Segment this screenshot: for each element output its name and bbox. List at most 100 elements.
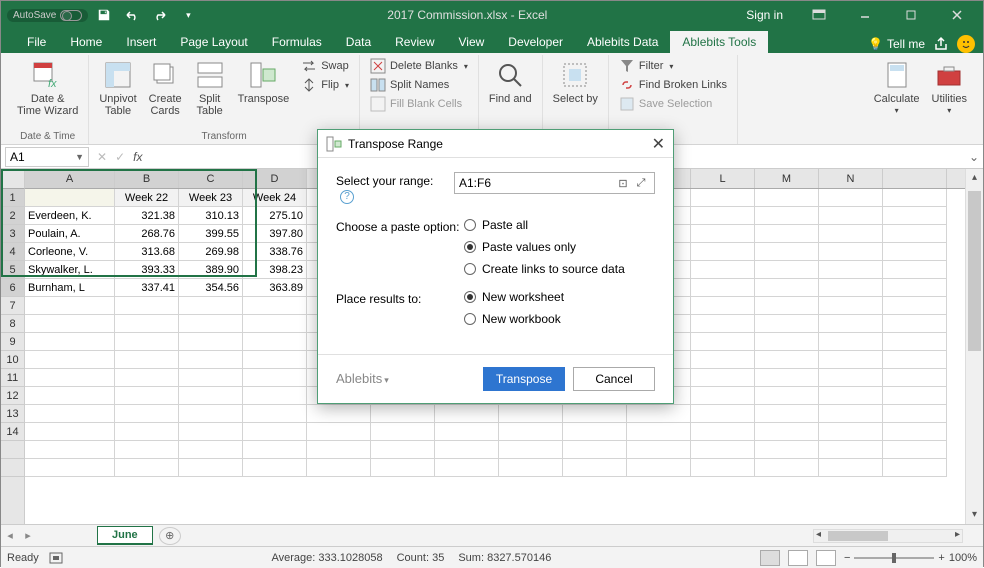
cell[interactable] xyxy=(819,261,883,279)
cell[interactable] xyxy=(115,387,179,405)
cell[interactable] xyxy=(691,423,755,441)
cell[interactable] xyxy=(819,333,883,351)
row-header[interactable]: 11 xyxy=(1,369,24,387)
cell[interactable]: 310.13 xyxy=(179,207,243,225)
tab-formulas[interactable]: Formulas xyxy=(260,31,334,53)
tab-home[interactable]: Home xyxy=(58,31,114,53)
cell[interactable] xyxy=(307,459,371,477)
create-cards-button[interactable]: Create Cards xyxy=(145,57,186,119)
split-table-button[interactable]: Split Table xyxy=(190,57,230,119)
cancel-button[interactable]: Cancel xyxy=(573,367,655,391)
cell[interactable] xyxy=(115,333,179,351)
row-header[interactable]: 13 xyxy=(1,405,24,423)
cell[interactable] xyxy=(115,441,179,459)
cell[interactable] xyxy=(691,297,755,315)
cell[interactable] xyxy=(499,459,563,477)
help-icon[interactable]: ? xyxy=(340,190,354,204)
utilities-button[interactable]: Utilities▾ xyxy=(928,57,971,118)
cell[interactable] xyxy=(819,207,883,225)
tab-view[interactable]: View xyxy=(447,31,497,53)
cell[interactable] xyxy=(691,387,755,405)
cell[interactable] xyxy=(115,297,179,315)
delete-blanks-button[interactable]: Delete Blanks▾ xyxy=(366,57,472,75)
cell[interactable] xyxy=(25,459,115,477)
cell[interactable]: 321.38 xyxy=(115,207,179,225)
row-header[interactable] xyxy=(1,441,24,459)
cell[interactable]: Week 23 xyxy=(179,189,243,207)
cell[interactable] xyxy=(115,405,179,423)
undo-button[interactable] xyxy=(120,3,144,27)
transpose-button[interactable]: Transpose xyxy=(234,57,294,107)
cell[interactable] xyxy=(691,315,755,333)
cell[interactable] xyxy=(243,405,307,423)
fill-blank-button[interactable]: Fill Blank Cells xyxy=(366,95,472,113)
cell[interactable] xyxy=(25,189,115,207)
cell[interactable] xyxy=(819,423,883,441)
save-button[interactable] xyxy=(92,3,116,27)
cell[interactable]: 354.56 xyxy=(179,279,243,297)
cell[interactable] xyxy=(435,423,499,441)
cell[interactable]: 275.10 xyxy=(243,207,307,225)
autosave-toggle[interactable]: AutoSave xyxy=(7,9,88,22)
cell[interactable]: 393.33 xyxy=(115,261,179,279)
feedback-icon[interactable] xyxy=(957,35,975,53)
select-by-button[interactable]: Select by xyxy=(549,57,602,107)
cell[interactable] xyxy=(691,333,755,351)
qat-customize[interactable]: ▾ xyxy=(176,3,200,27)
cell[interactable] xyxy=(115,315,179,333)
cell[interactable]: 399.55 xyxy=(179,225,243,243)
close-button[interactable] xyxy=(935,1,979,29)
tab-review[interactable]: Review xyxy=(383,31,446,53)
cell[interactable] xyxy=(691,351,755,369)
cell[interactable] xyxy=(25,351,115,369)
maximize-button[interactable] xyxy=(889,1,933,29)
transpose-confirm-button[interactable]: Transpose xyxy=(483,367,565,391)
unpivot-button[interactable]: Unpivot Table xyxy=(95,57,140,119)
cell[interactable] xyxy=(819,351,883,369)
cell[interactable]: 313.68 xyxy=(115,243,179,261)
cell[interactable] xyxy=(755,189,819,207)
hscroll-thumb[interactable] xyxy=(828,531,888,541)
cell[interactable] xyxy=(371,405,435,423)
cell[interactable] xyxy=(627,459,691,477)
cell[interactable]: Burnham, L xyxy=(25,279,115,297)
cell[interactable] xyxy=(435,405,499,423)
row-header[interactable]: 2 xyxy=(1,207,24,225)
expand-range-icon[interactable]: ⤢ xyxy=(632,177,650,190)
signin-link[interactable]: Sign in xyxy=(734,8,795,22)
cell[interactable] xyxy=(883,387,947,405)
sheet-nav-next[interactable]: ▸ xyxy=(19,529,37,542)
cell[interactable] xyxy=(755,459,819,477)
row-header[interactable]: 3 xyxy=(1,225,24,243)
find-and-button[interactable]: Find and xyxy=(485,57,536,107)
radio-paste-links[interactable]: Create links to source data xyxy=(464,262,655,276)
cell[interactable] xyxy=(883,279,947,297)
cell[interactable]: Poulain, A. xyxy=(25,225,115,243)
zoom-slider[interactable] xyxy=(854,557,934,559)
tell-me[interactable]: 💡 Tell me xyxy=(868,37,925,51)
cell[interactable]: 269.98 xyxy=(179,243,243,261)
cell[interactable] xyxy=(691,405,755,423)
row-header[interactable]: 7 xyxy=(1,297,24,315)
cell[interactable] xyxy=(883,243,947,261)
cell[interactable] xyxy=(243,441,307,459)
cell[interactable]: 337.41 xyxy=(115,279,179,297)
cell[interactable] xyxy=(179,423,243,441)
cell[interactable] xyxy=(179,351,243,369)
cell[interactable] xyxy=(883,207,947,225)
cell[interactable] xyxy=(115,459,179,477)
find-broken-links-button[interactable]: Find Broken Links xyxy=(615,76,731,94)
cell[interactable] xyxy=(755,225,819,243)
row-header[interactable]: 10 xyxy=(1,351,24,369)
cell[interactable] xyxy=(883,351,947,369)
row-header[interactable]: 14 xyxy=(1,423,24,441)
cell[interactable] xyxy=(819,189,883,207)
cell[interactable] xyxy=(755,351,819,369)
tab-ablebits-data[interactable]: Ablebits Data xyxy=(575,31,670,53)
cell[interactable] xyxy=(25,387,115,405)
cell[interactable] xyxy=(25,423,115,441)
dialog-titlebar[interactable]: Transpose Range ✕ xyxy=(318,130,673,158)
cell[interactable]: 338.76 xyxy=(243,243,307,261)
view-page-layout-button[interactable] xyxy=(788,550,808,566)
column-header[interactable]: B xyxy=(115,169,179,188)
